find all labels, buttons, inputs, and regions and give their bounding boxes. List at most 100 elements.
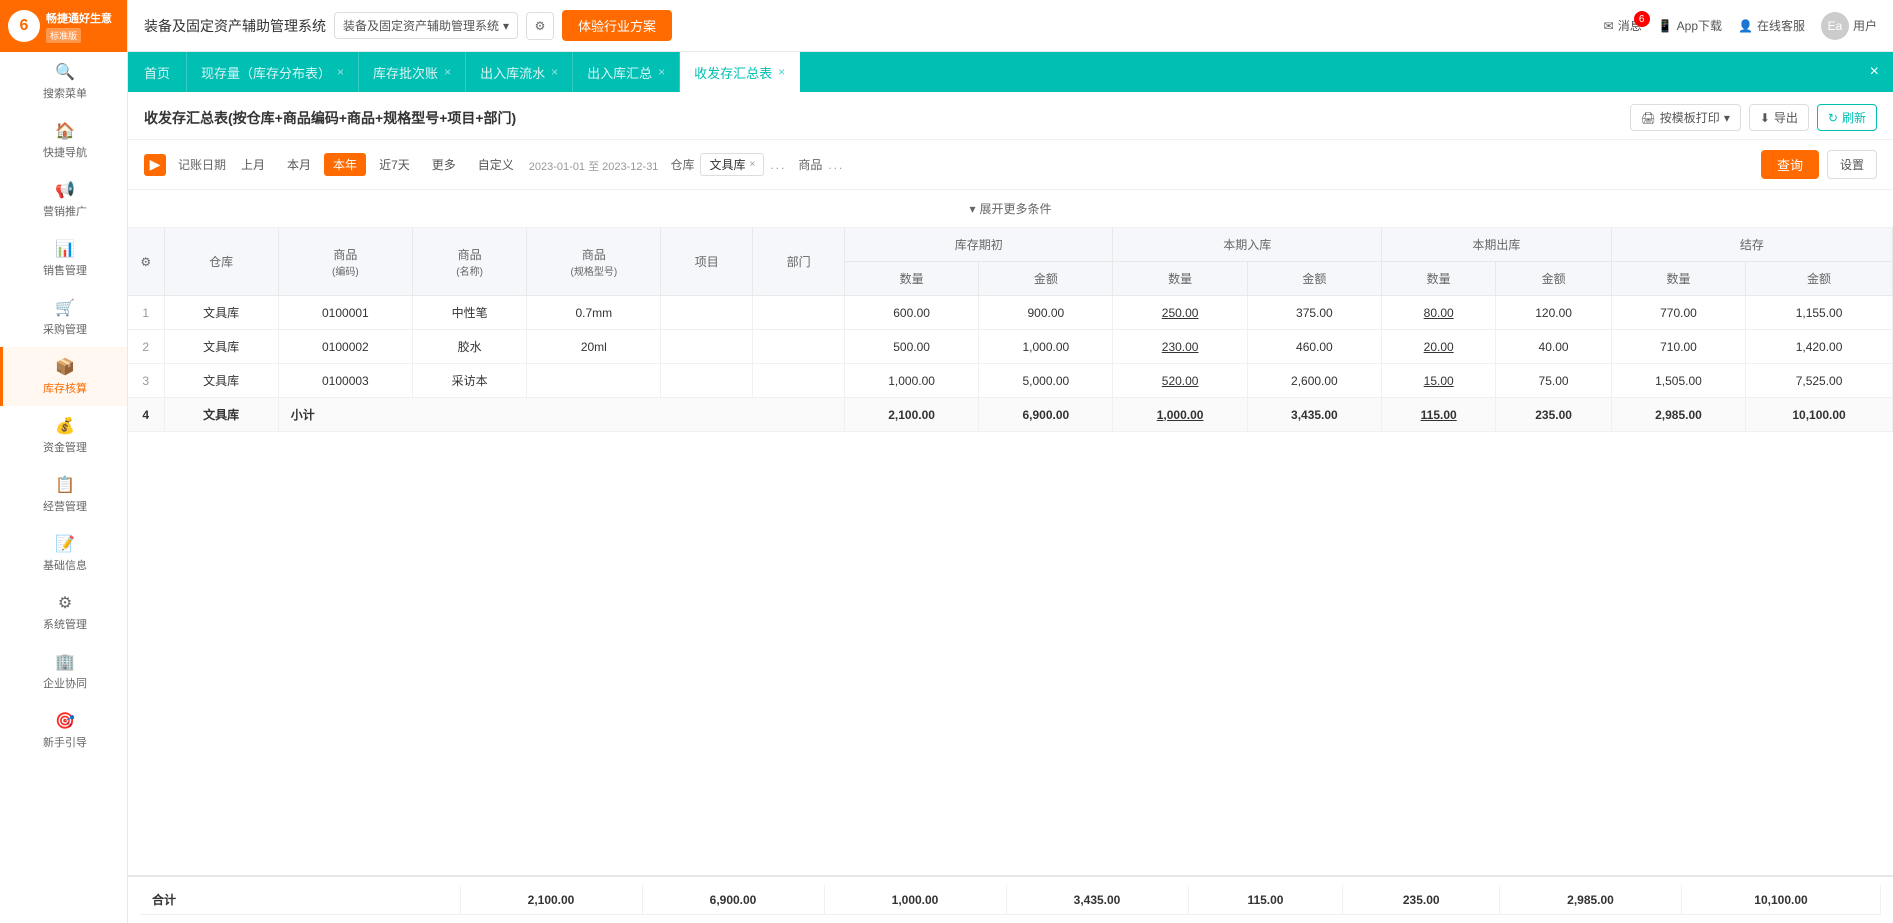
trial-button[interactable]: 体验行业方案 xyxy=(562,10,672,41)
th-settings[interactable]: ⚙ xyxy=(128,228,164,296)
settings-icon[interactable]: ⚙ xyxy=(140,255,151,269)
online-service-button[interactable]: 👤 在线客服 xyxy=(1738,17,1805,34)
sidebar-item-finance[interactable]: 💰 资金管理 xyxy=(0,406,127,465)
cell-code: 0100003 xyxy=(278,364,412,398)
app-download-button[interactable]: 📱 App下载 xyxy=(1658,17,1722,34)
th-goods-spec: 商品(规格型号) xyxy=(527,228,661,296)
cell-ia: 375.00 xyxy=(1247,296,1381,330)
query-button[interactable]: 查询 xyxy=(1761,150,1819,179)
sidebar-item-sales[interactable]: 📊 销售管理 xyxy=(0,229,127,288)
avatar: Ea xyxy=(1821,12,1849,40)
sidebar-item-marketing[interactable]: 📢 营销推广 xyxy=(0,170,127,229)
sidebar-icon-operations: 📋 xyxy=(55,475,75,495)
tab-in-out-flow[interactable]: 出入库流水 × xyxy=(466,52,573,92)
cell-dept xyxy=(753,296,845,330)
sidebar-item-system[interactable]: ⚙ 系统管理 xyxy=(0,583,127,642)
sidebar-item-search[interactable]: 🔍 搜索菜单 xyxy=(0,52,127,111)
date-more[interactable]: 更多 xyxy=(423,153,465,176)
tab-bar-close-button[interactable]: × xyxy=(1856,63,1893,81)
print-button[interactable]: 🖨 按模板打印 ▾ xyxy=(1630,104,1741,131)
th-opening-group: 库存期初 xyxy=(844,228,1113,262)
tab-receipt-summary[interactable]: 收发存汇总表 × xyxy=(680,52,800,92)
filter-settings-button[interactable]: 设置 xyxy=(1827,150,1877,179)
date-7days[interactable]: 近7天 xyxy=(370,153,419,176)
table-row: 1 文具库 0100001 中性笔 0.7mm 600.00 900.00 25… xyxy=(128,296,1893,330)
sub-iq: 1,000.00 xyxy=(1113,398,1247,432)
cell-project xyxy=(661,330,753,364)
tab-in-out-summary[interactable]: 出入库汇总 × xyxy=(573,52,680,92)
sidebar-item-inventory[interactable]: 📦 库存核算 xyxy=(0,347,127,406)
th-out-amt: 金额 xyxy=(1496,262,1612,296)
th-closing-amt: 金额 xyxy=(1746,262,1893,296)
cell-oq: 600.00 xyxy=(844,296,978,330)
date-this-month[interactable]: 本月 xyxy=(278,153,320,176)
refresh-button[interactable]: ↻ 刷新 xyxy=(1817,104,1877,131)
gear-button[interactable]: ⚙ xyxy=(526,12,554,40)
th-in-qty: 数量 xyxy=(1113,262,1247,296)
goods-more-button[interactable]: ... xyxy=(828,158,844,172)
sub-ua: 235.00 xyxy=(1496,398,1612,432)
export-button[interactable]: ⬇ 导出 xyxy=(1749,104,1809,131)
system-dropdown[interactable]: 装备及固定资产辅助管理系统 ▾ xyxy=(334,12,518,39)
sub-ia: 3,435.00 xyxy=(1247,398,1381,432)
sub-oq: 2,100.00 xyxy=(844,398,978,432)
sidebar-nav: 🔍 搜索菜单🏠 快捷导航📢 营销推广📊 销售管理🛒 采购管理📦 库存核算💰 资金… xyxy=(0,52,127,923)
cell-cq: 710.00 xyxy=(1611,330,1745,364)
messages-button[interactable]: ✉ 消息 6 xyxy=(1604,17,1642,34)
title-actions: 🖨 按模板打印 ▾ ⬇ 导出 ↻ 刷新 xyxy=(1630,104,1877,131)
sidebar-item-enterprise[interactable]: 🏢 企业协同 xyxy=(0,642,127,701)
tab-inventory-dist[interactable]: 现存量（库存分布表） × xyxy=(187,52,359,92)
tab-close-inventory-dist[interactable]: × xyxy=(337,65,344,79)
sub-num: 4 xyxy=(128,398,164,432)
sidebar-icon-basic-info: 📝 xyxy=(55,534,75,554)
logo-text: 畅捷通好生意 标准版 xyxy=(46,10,112,43)
cell-name: 中性笔 xyxy=(413,296,527,330)
expand-more-button[interactable]: ▾ 展开更多条件 xyxy=(961,196,1059,221)
date-last-month[interactable]: 上月 xyxy=(232,153,274,176)
tab-home[interactable]: 首页 xyxy=(128,52,187,92)
cell-ca: 1,420.00 xyxy=(1746,330,1893,364)
date-range-text: 2023-01-01 至 2023-12-31 xyxy=(529,158,659,174)
cell-uq: 20.00 xyxy=(1382,330,1496,364)
sidebar-item-quick-nav[interactable]: 🏠 快捷导航 xyxy=(0,111,127,170)
warehouse-tag-close[interactable]: × xyxy=(749,159,755,170)
cell-dept xyxy=(753,330,845,364)
message-icon: ✉ xyxy=(1604,19,1614,33)
tab-bar: 首页 现存量（库存分布表） × 库存批次账 × 出入库流水 × 出入库汇总 × … xyxy=(128,52,1893,92)
sidebar-label-quick-nav: 快捷导航 xyxy=(43,144,87,160)
tab-close-batch[interactable]: × xyxy=(444,65,451,79)
footer-out-amt: 235.00 xyxy=(1343,885,1500,915)
filter-toggle-button[interactable]: ▶ xyxy=(144,154,166,176)
tab-close-flow[interactable]: × xyxy=(551,65,558,79)
warehouse-more-button[interactable]: ... xyxy=(770,158,786,172)
sidebar-icon-purchase: 🛒 xyxy=(55,298,75,318)
filter-right-actions: 查询 设置 xyxy=(1761,150,1877,179)
cell-ua: 40.00 xyxy=(1496,330,1612,364)
cell-code: 0100002 xyxy=(278,330,412,364)
sidebar-item-newbie[interactable]: 🎯 新手引导 xyxy=(0,701,127,760)
header-left: 装备及固定资产辅助管理系统 装备及固定资产辅助管理系统 ▾ ⚙ 体验行业方案 xyxy=(144,10,672,41)
filter-bar: ▶ 记账日期 上月 本月 本年 近7天 更多 自定义 2023-01-01 至 … xyxy=(128,140,1893,190)
sidebar-item-operations[interactable]: 📋 经营管理 xyxy=(0,465,127,524)
cell-ca: 1,155.00 xyxy=(1746,296,1893,330)
table-footer: 合计 2,100.00 6,900.00 1,000.00 3,435.00 1… xyxy=(128,875,1893,923)
export-icon: ⬇ xyxy=(1760,111,1770,125)
tab-close-receipt[interactable]: × xyxy=(778,65,785,79)
warehouse-label: 仓库 xyxy=(670,156,694,173)
print-icon: 🖨 xyxy=(1641,111,1656,125)
cell-num: 2 xyxy=(128,330,164,364)
user-menu[interactable]: Ea 用户 xyxy=(1821,12,1877,40)
date-this-year[interactable]: 本年 xyxy=(324,153,366,176)
system-title: 装备及固定资产辅助管理系统 xyxy=(144,16,326,36)
sidebar-item-basic-info[interactable]: 📝 基础信息 xyxy=(0,524,127,583)
sidebar-label-inventory: 库存核算 xyxy=(43,380,87,396)
cell-spec: 0.7mm xyxy=(527,296,661,330)
sidebar: 6 畅捷通好生意 标准版 🔍 搜索菜单🏠 快捷导航📢 营销推广📊 销售管理🛒 采… xyxy=(0,0,128,923)
tab-batch-ledger[interactable]: 库存批次账 × xyxy=(359,52,466,92)
cell-code: 0100001 xyxy=(278,296,412,330)
sidebar-label-newbie: 新手引导 xyxy=(43,734,87,750)
sidebar-label-search: 搜索菜单 xyxy=(43,85,87,101)
tab-close-summary[interactable]: × xyxy=(658,65,665,79)
date-custom[interactable]: 自定义 xyxy=(469,153,523,176)
sidebar-item-purchase[interactable]: 🛒 采购管理 xyxy=(0,288,127,347)
